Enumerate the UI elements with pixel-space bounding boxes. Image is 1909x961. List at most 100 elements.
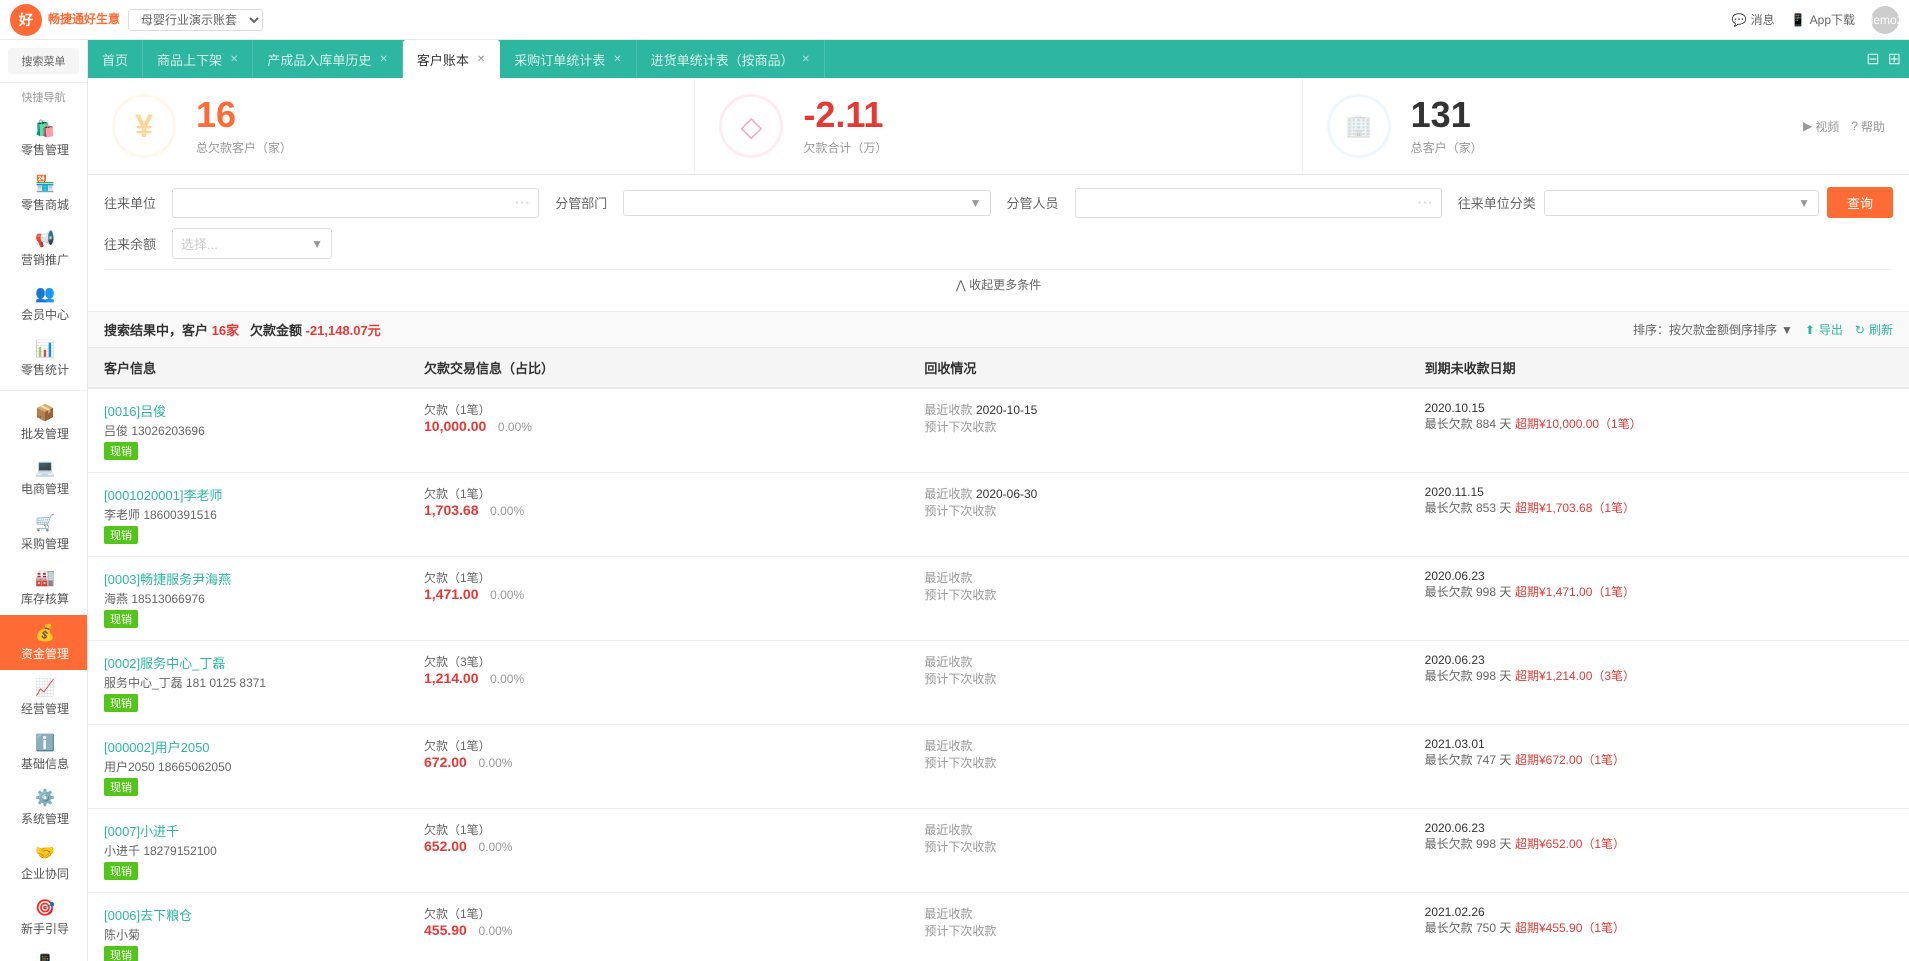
sidebar-item-ecommerce[interactable]: 💻 电商管理 <box>0 450 87 505</box>
sidebar-item-basic-info[interactable]: ℹ️ 基础信息 <box>0 725 87 780</box>
search-menu-btn[interactable]: 搜索菜单 <box>8 48 79 74</box>
sidebar-item-member[interactable]: 👥 会员中心 <box>0 276 87 331</box>
overdue-link-2[interactable]: 超期¥1,471.00（1笔） <box>1515 585 1635 599</box>
sidebar: 搜索菜单 快捷导航 🛍️ 零售管理 🏪 零售商城 📢 营销推广 👥 <box>0 40 88 961</box>
td-return-0: 最近收款 2020-10-15 预计下次收款 <box>908 389 1408 472</box>
quick-nav-label[interactable]: 快捷导航 <box>0 83 87 111</box>
tab-import-stats-label: 进货单统计表（按商品） <box>651 50 794 69</box>
manager-dots[interactable]: ··· <box>1417 194 1433 212</box>
overdue-link-6[interactable]: 超期¥455.90（1笔） <box>1515 921 1625 935</box>
customer-name-5[interactable]: [0007]小进千 <box>104 821 392 840</box>
sidebar-item-system[interactable]: ⚙️ 系统管理 <box>0 780 87 835</box>
sort-btn[interactable]: 排序：按欠款金额倒序排序 ▼ <box>1633 321 1793 338</box>
help-btn[interactable]: ? 帮助 <box>1851 118 1885 135</box>
sidebar-item-marketing[interactable]: 📢 营销推广 <box>0 221 87 276</box>
stat-icon-1: ¥ <box>112 94 176 158</box>
store-selector[interactable]: 母婴行业演示账套 <box>128 9 263 31</box>
app-name: 畅捷通好生意 <box>48 12 120 26</box>
download-icon: 📱 <box>1791 13 1806 27</box>
debt-count-4: 欠款（1笔） <box>424 737 892 754</box>
td-return-4: 最近收款 预计下次收款 <box>908 725 1408 808</box>
tab-import-stats-close[interactable]: ✕ <box>802 54 810 65</box>
manager-input[interactable] <box>1084 195 1417 210</box>
refresh-btn[interactable]: ↻ 刷新 <box>1855 321 1893 338</box>
filter-unit-category: 往来单位分类 ▼ 查询 <box>1458 187 1893 218</box>
source-unit-dots[interactable]: ··· <box>514 194 530 212</box>
tab-maximize-btn[interactable]: ⊞ <box>1888 49 1901 69</box>
sidebar-item-business[interactable]: 📈 经营管理 <box>0 670 87 725</box>
tab-minimize-btn[interactable]: ⊟ <box>1866 49 1879 69</box>
balance-select[interactable]: 选择... ▼ <box>172 228 332 259</box>
basic-info-icon: ℹ️ <box>9 733 81 753</box>
sidebar-item-enterprise[interactable]: 🤝 企业协同 <box>0 835 87 890</box>
avatar[interactable]: demo2 <box>1871 6 1899 34</box>
sidebar-search: 搜索菜单 <box>0 40 87 83</box>
tab-home[interactable]: 首页 <box>88 40 143 78</box>
debt-count-0: 欠款（1笔） <box>424 401 892 418</box>
batch-mgmt-icon: 📦 <box>9 403 81 423</box>
overdue-link-4[interactable]: 超期¥672.00（1笔） <box>1515 753 1625 767</box>
sidebar-item-retail-mall[interactable]: 🏪 零售商城 <box>0 166 87 221</box>
overdue-link-5[interactable]: 超期¥652.00（1笔） <box>1515 837 1625 851</box>
tab-customer-account-close[interactable]: ✕ <box>477 54 485 65</box>
sidebar-item-retail-mgmt[interactable]: 🛍️ 零售管理 <box>0 111 87 166</box>
dept-arrow-icon: ▼ <box>970 196 982 210</box>
tab-product-listing[interactable]: 商品上下架 ✕ <box>143 40 253 78</box>
tab-customer-account[interactable]: 客户账本 ✕ <box>403 40 500 78</box>
stat-value-3: 131 <box>1411 97 1483 133</box>
sidebar-item-retail-stats[interactable]: 📊 零售统计 <box>0 331 87 386</box>
stat-info-2: -2.11 欠款合计（万） <box>803 97 887 156</box>
customer-name-1[interactable]: [0001020001]李老师 <box>104 485 392 504</box>
search-button[interactable]: 查询 <box>1827 187 1893 218</box>
td-customer-3: [0002]服务中心_丁磊 服务中心_丁磊 181 0125 8371 现销 <box>88 641 408 724</box>
filter-manager-label: 分管人员 <box>1007 193 1067 212</box>
sidebar-item-label: 零售管理 <box>9 141 81 158</box>
customer-name-3[interactable]: [0002]服务中心_丁磊 <box>104 653 392 672</box>
dept-select[interactable]: ▼ <box>623 190 990 216</box>
unit-category-select[interactable]: ▼ <box>1544 190 1819 216</box>
overdue-link-3[interactable]: 超期¥1,214.00（3笔） <box>1515 669 1635 683</box>
stat-info-3: 131 总客户（家） <box>1411 97 1483 156</box>
retail-mall-icon: 🏪 <box>9 174 81 194</box>
td-return-3: 最近收款 预计下次收款 <box>908 641 1408 724</box>
tab-production-history[interactable]: 产成品入库单历史 ✕ <box>253 40 402 78</box>
tab-product-listing-close[interactable]: ✕ <box>230 54 238 65</box>
sidebar-item-purchase[interactable]: 🛒 采购管理 <box>0 505 87 560</box>
tab-bar: 首页 商品上下架 ✕ 产成品入库单历史 ✕ 客户账本 ✕ 采购订单统计表 ✕ <box>88 40 1909 78</box>
export-btn[interactable]: ⬆ 导出 <box>1805 321 1843 338</box>
stat-label-2: 欠款合计（万） <box>803 139 887 156</box>
sidebar-item-finance[interactable]: 💰 资金管理 <box>0 615 87 670</box>
overdue-link-0[interactable]: 超期¥10,000.00（1笔） <box>1515 417 1642 431</box>
video-btn[interactable]: ▶ 视频 <box>1803 118 1839 135</box>
tab-purchase-order[interactable]: 采购订单统计表 ✕ <box>500 40 636 78</box>
logo-area: 好 畅捷通好生意 <box>10 4 120 36</box>
app-download-btn[interactable]: 📱 App下载 <box>1791 11 1855 28</box>
customer-badge-6: 现销 <box>104 946 138 961</box>
debt-ratio-4: 0.00% <box>478 756 512 770</box>
debt-amount-5: 652.00 <box>424 838 467 854</box>
customer-name-2[interactable]: [0003]畅捷服务尹海燕 <box>104 569 392 588</box>
stat-value-1: 16 <box>196 97 292 133</box>
tab-purchase-order-close[interactable]: ✕ <box>613 54 621 65</box>
debt-amount-0: 10,000.00 <box>424 418 486 434</box>
table-row: [0003]畅捷服务尹海燕 海燕 18513066976 现销 欠款（1笔） 1… <box>88 557 1909 641</box>
debt-amount-2: 1,471.00 <box>424 586 479 602</box>
sidebar-item-guide[interactable]: 🎯 新手引导 <box>0 890 87 945</box>
customer-name-6[interactable]: [0006]去下粮仓 <box>104 905 392 924</box>
collapse-btn[interactable]: ⋀ 收起更多条件 <box>104 269 1893 299</box>
sidebar-item-label: 基础信息 <box>9 755 81 772</box>
top-bar: 好 畅捷通好生意 母婴行业演示账套 💬 消息 📱 App下载 demo2 <box>0 0 1909 40</box>
td-due-0: 2020.10.15 最长欠款 884 天 超期¥10,000.00（1笔） <box>1409 389 1909 472</box>
overdue-link-1[interactable]: 超期¥1,703.68（1笔） <box>1515 501 1635 515</box>
tab-production-history-close[interactable]: ✕ <box>379 54 387 65</box>
customer-name-4[interactable]: [000002]用户2050 <box>104 737 392 756</box>
tab-import-stats[interactable]: 进货单统计表（按商品） ✕ <box>637 40 825 78</box>
purchase-icon: 🛒 <box>9 513 81 533</box>
sidebar-item-warehouse[interactable]: 🏭 库存核算 <box>0 560 87 615</box>
source-unit-input[interactable] <box>181 195 514 210</box>
sidebar-item-batch-mgmt[interactable]: 📦 批发管理 <box>0 395 87 450</box>
sidebar-item-app-center[interactable]: 📱 应用中心 <box>0 945 87 961</box>
customer-name-0[interactable]: [0016]吕俊 <box>104 401 392 420</box>
message-btn[interactable]: 💬 消息 <box>1732 11 1775 28</box>
th-customer-info: 客户信息 <box>88 348 408 387</box>
